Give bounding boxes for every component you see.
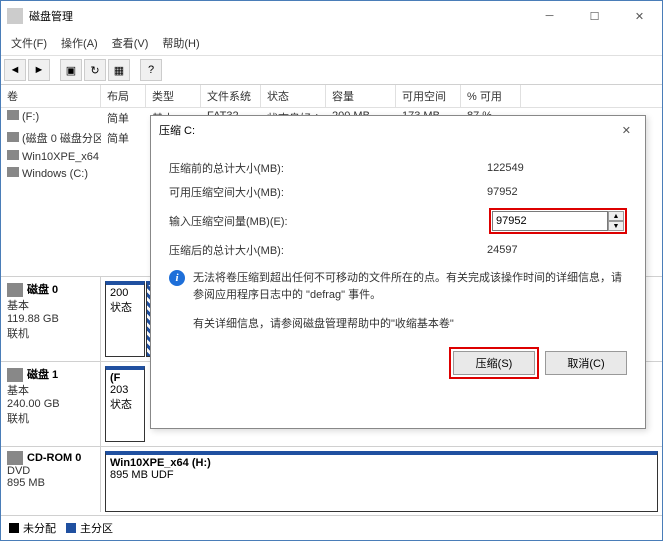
dialog-titlebar: 压缩 C: ✕ <box>151 116 645 144</box>
legend: 未分配 主分区 <box>1 515 662 540</box>
shrink-amount-highlight: ▲ ▼ <box>489 208 627 234</box>
col-pct[interactable]: % 可用 <box>461 85 521 107</box>
label-total-after: 压缩后的总计大小(MB): <box>169 242 284 258</box>
shrink-amount-input[interactable] <box>492 211 608 231</box>
label-total-before: 压缩前的总计大小(MB): <box>169 160 284 176</box>
menu-file[interactable]: 文件(F) <box>5 33 53 53</box>
menu-view[interactable]: 查看(V) <box>106 33 155 53</box>
shrink-button[interactable]: 压缩(S) <box>453 351 535 375</box>
shrink-dialog: 压缩 C: ✕ 压缩前的总计大小(MB): 122549 可用压缩空间大小(MB… <box>150 115 646 429</box>
spin-down-button[interactable]: ▼ <box>608 221 624 231</box>
dialog-title: 压缩 C: <box>159 122 195 138</box>
info-icon: i <box>169 270 185 286</box>
back-button[interactable]: ◄ <box>4 59 26 81</box>
toolbar: ◄ ► ▣ ↻ ▦ ? <box>1 56 662 85</box>
col-free[interactable]: 可用空间 <box>396 85 461 107</box>
col-type[interactable]: 类型 <box>146 85 201 107</box>
disk-label[interactable]: 磁盘 0 基本 119.88 GB 联机 <box>1 277 101 361</box>
label-available-shrink: 可用压缩空间大小(MB): <box>169 184 284 200</box>
table-header: 卷 布局 类型 文件系统 状态 容量 可用空间 % 可用 <box>1 85 662 108</box>
close-button[interactable]: ✕ <box>617 1 662 31</box>
col-layout[interactable]: 布局 <box>101 85 146 107</box>
col-volume[interactable]: 卷 <box>1 85 101 107</box>
partition[interactable]: (F 203 状态 <box>105 366 145 442</box>
partition[interactable]: 200 状态 <box>105 281 145 357</box>
disk-icon <box>7 368 23 382</box>
disk-row: CD-ROM 0 DVD 895 MB Win10XPE_x64 (H:) 89… <box>1 447 662 512</box>
legend-swatch-primary <box>66 523 76 533</box>
refresh-button[interactable]: ↻ <box>84 59 106 81</box>
toolbar-button-1[interactable]: ▣ <box>60 59 82 81</box>
help-link-text: 有关详细信息，请参阅磁盘管理帮助中的"收缩基本卷" <box>193 315 627 331</box>
value-total-before: 122549 <box>487 162 627 174</box>
window-title: 磁盘管理 <box>29 8 73 24</box>
col-filesystem[interactable]: 文件系统 <box>201 85 261 107</box>
partition[interactable]: Win10XPE_x64 (H:) 895 MB UDF <box>105 451 658 512</box>
volume-icon <box>7 132 19 142</box>
volume-icon <box>7 150 19 160</box>
disk-label[interactable]: 磁盘 1 基本 240.00 GB 联机 <box>1 362 101 446</box>
info-text: 无法将卷压缩到超出任何不可移动的文件所在的点。有关完成该操作时间的详细信息，请参… <box>193 270 627 303</box>
titlebar: 磁盘管理 ─ ☐ ✕ <box>1 1 662 31</box>
label-shrink-amount: 输入压缩空间量(MB)(E): <box>169 213 288 229</box>
help-button[interactable]: ? <box>140 59 162 81</box>
menubar: 文件(F) 操作(A) 查看(V) 帮助(H) <box>1 31 662 56</box>
forward-button[interactable]: ► <box>28 59 50 81</box>
col-status[interactable]: 状态 <box>261 85 326 107</box>
dialog-close-button[interactable]: ✕ <box>616 124 637 137</box>
maximize-button[interactable]: ☐ <box>572 1 617 31</box>
value-total-after: 24597 <box>487 244 627 256</box>
cancel-button[interactable]: 取消(C) <box>545 351 627 375</box>
spin-up-button[interactable]: ▲ <box>608 211 624 221</box>
volume-icon <box>7 110 19 120</box>
disk-label[interactable]: CD-ROM 0 DVD 895 MB <box>1 447 101 512</box>
menu-action[interactable]: 操作(A) <box>55 33 104 53</box>
toolbar-button-3[interactable]: ▦ <box>108 59 130 81</box>
cdrom-icon <box>7 451 23 465</box>
col-capacity[interactable]: 容量 <box>326 85 396 107</box>
legend-swatch-unallocated <box>9 523 19 533</box>
disk-icon <box>7 283 23 297</box>
menu-help[interactable]: 帮助(H) <box>156 33 205 53</box>
minimize-button[interactable]: ─ <box>527 1 572 31</box>
value-available-shrink: 97952 <box>487 186 627 198</box>
app-icon <box>7 8 23 24</box>
volume-icon <box>7 167 19 177</box>
